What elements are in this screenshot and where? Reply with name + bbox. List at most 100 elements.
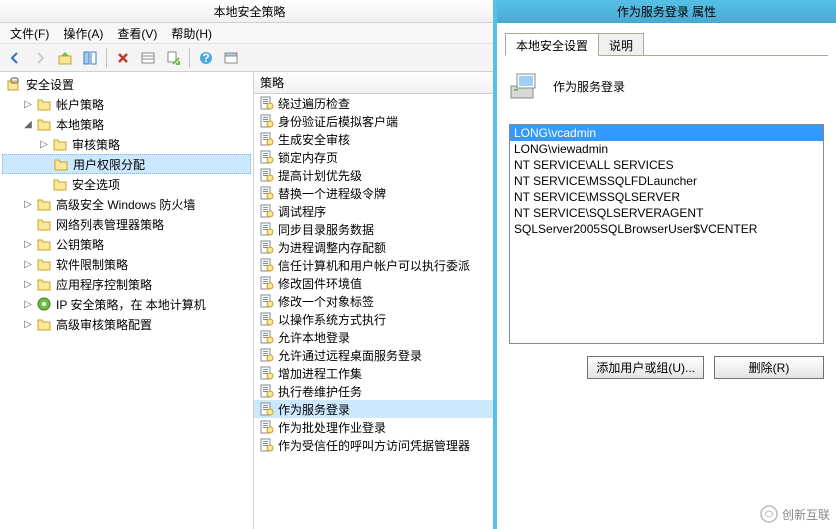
tree-node[interactable]: ▷应用程序控制策略 (2, 274, 251, 294)
tree-node[interactable]: ▷帐户策略 (2, 94, 251, 114)
menu-action[interactable]: 操作(A) (57, 23, 109, 44)
policy-label: 提高计划优先级 (278, 167, 362, 184)
tree-node[interactable]: 用户权限分配 (2, 154, 251, 174)
policy-icon (258, 185, 274, 201)
tree-toggle-icon[interactable]: ▷ (22, 98, 34, 110)
policy-item[interactable]: 执行卷维护任务 (254, 382, 493, 400)
list-column-header[interactable]: 策略 (254, 72, 493, 94)
dialog-title: 作为服务登录 属性 (617, 3, 716, 20)
up-icon[interactable] (54, 47, 76, 69)
show-hide-icon[interactable] (79, 47, 101, 69)
tree-toggle-icon[interactable]: ▷ (22, 298, 34, 310)
tree-node[interactable]: ◢ 本地策略 (2, 114, 251, 134)
policy-label: 锁定内存页 (278, 149, 338, 166)
policy-item[interactable]: 作为批处理作业登录 (254, 418, 493, 436)
policy-item[interactable]: 生成安全审核 (254, 130, 493, 148)
tab-local-security[interactable]: 本地安全设置 (505, 33, 599, 56)
user-list[interactable]: LONG\vcadminLONG\viewadminNT SERVICE\ALL… (509, 124, 824, 344)
folder-icon (53, 156, 69, 172)
menu-bar: 文件(F) 操作(A) 查看(V) 帮助(H) (0, 23, 493, 44)
policy-icon (258, 257, 274, 273)
user-item[interactable]: LONG\viewadmin (510, 141, 823, 157)
policy-item[interactable]: 以操作系统方式执行 (254, 310, 493, 328)
help-icon[interactable]: ? (195, 47, 217, 69)
user-item[interactable]: LONG\vcadmin (510, 125, 823, 141)
export-icon[interactable] (162, 47, 184, 69)
menu-file[interactable]: 文件(F) (4, 23, 55, 44)
user-item[interactable]: NT SERVICE\ALL SERVICES (510, 157, 823, 173)
policy-item[interactable]: 为进程调整内存配额 (254, 238, 493, 256)
tree-node[interactable]: ▷IP 安全策略，在 本地计算机 (2, 294, 251, 314)
policy-item[interactable]: 锁定内存页 (254, 148, 493, 166)
policy-item[interactable]: 信任计算机和用户帐户可以执行委派 (254, 256, 493, 274)
policy-item[interactable]: 增加进程工作集 (254, 364, 493, 382)
folder-icon (36, 116, 52, 132)
tree-toggle-icon[interactable]: ▷ (22, 318, 34, 330)
tree-toggle-icon[interactable]: ◢ (22, 118, 34, 130)
folder-icon (36, 316, 52, 332)
policy-label: 允许通过远程桌面服务登录 (278, 347, 422, 364)
forward-icon[interactable] (29, 47, 51, 69)
policy-item[interactable]: 修改固件环境值 (254, 274, 493, 292)
add-user-button[interactable]: 添加用户或组(U)... (587, 356, 704, 379)
tree-node[interactable]: ▷高级安全 Windows 防火墙 (2, 194, 251, 214)
policy-label: 身份验证后模拟客户端 (278, 113, 398, 130)
tree-node[interactable]: 安全选项 (2, 174, 251, 194)
policy-item[interactable]: 作为受信任的呼叫方访问凭据管理器 (254, 436, 493, 454)
tree-root[interactable]: 安全设置 (2, 74, 251, 94)
tab-explain[interactable]: 说明 (598, 33, 644, 55)
tree-toggle-icon[interactable]: ▷ (22, 278, 34, 290)
tree-node[interactable]: ▷高级审核策略配置 (2, 314, 251, 334)
policy-item[interactable]: 允许本地登录 (254, 328, 493, 346)
tree-toggle-icon[interactable]: ▷ (38, 138, 50, 150)
policy-item[interactable]: 作为服务登录 (254, 400, 493, 418)
policy-label: 绕过遍历检查 (278, 95, 350, 112)
tree-node[interactable]: ▷软件限制策略 (2, 254, 251, 274)
policy-item[interactable]: 允许通过远程桌面服务登录 (254, 346, 493, 364)
policy-item[interactable]: 调试程序 (254, 202, 493, 220)
tree-node[interactable]: ▷审核策略 (2, 134, 251, 154)
toolbar-separator (189, 48, 190, 68)
menu-view[interactable]: 查看(V) (111, 23, 163, 44)
remove-button[interactable]: 删除(R) (714, 356, 824, 379)
menu-help[interactable]: 帮助(H) (165, 23, 218, 44)
policy-label: 生成安全审核 (278, 131, 350, 148)
folder-icon (52, 176, 68, 192)
policy-item[interactable]: 绕过遍历检查 (254, 94, 493, 112)
policy-item[interactable]: 同步目录服务数据 (254, 220, 493, 238)
back-icon[interactable] (4, 47, 26, 69)
tree-label: 本地策略 (56, 116, 104, 133)
policy-label: 修改固件环境值 (278, 275, 362, 292)
tree-label: 安全选项 (72, 176, 120, 193)
tree-toggle-icon[interactable]: ▷ (22, 258, 34, 270)
policy-icon (258, 383, 274, 399)
tabs: 本地安全设置 说明 (505, 33, 828, 56)
mmc-window: 本地安全策略 文件(F) 操作(A) 查看(V) 帮助(H) ? 安全设置 ▷帐… (0, 0, 497, 529)
user-item[interactable]: SQLServer2005SQLBrowserUser$VCENTER (510, 221, 823, 237)
policy-item[interactable]: 身份验证后模拟客户端 (254, 112, 493, 130)
policy-icon (258, 419, 274, 435)
refresh-icon[interactable] (137, 47, 159, 69)
policy-item[interactable]: 修改一个对象标签 (254, 292, 493, 310)
property-title: 作为服务登录 (553, 78, 625, 95)
tree-toggle-icon[interactable]: ▷ (22, 238, 34, 250)
tree-panel[interactable]: 安全设置 ▷帐户策略 ◢ 本地策略▷审核策略用户权限分配安全选项▷高级安全 Wind… (0, 72, 254, 529)
tree-node[interactable]: ▷公钥策略 (2, 234, 251, 254)
policy-icon (258, 329, 274, 345)
user-item[interactable]: NT SERVICE\MSSQLFDLauncher (510, 173, 823, 189)
tree-toggle-icon[interactable]: ▷ (22, 198, 34, 210)
policy-icon (258, 221, 274, 237)
dialog-title-bar: 作为服务登录 属性 (497, 0, 836, 23)
policy-icon (258, 149, 274, 165)
policy-item[interactable]: 替换一个进程级令牌 (254, 184, 493, 202)
delete-icon[interactable] (112, 47, 134, 69)
policy-list-panel[interactable]: 策略 绕过遍历检查身份验证后模拟客户端生成安全审核锁定内存页提高计划优先级替换一… (254, 72, 493, 529)
tree-label: 用户权限分配 (73, 156, 145, 173)
policy-icon (258, 113, 274, 129)
policy-icon (258, 347, 274, 363)
properties-icon[interactable] (220, 47, 242, 69)
user-item[interactable]: NT SERVICE\SQLSERVERAGENT (510, 205, 823, 221)
policy-item[interactable]: 提高计划优先级 (254, 166, 493, 184)
tree-node[interactable]: 网络列表管理器策略 (2, 214, 251, 234)
user-item[interactable]: NT SERVICE\MSSQLSERVER (510, 189, 823, 205)
